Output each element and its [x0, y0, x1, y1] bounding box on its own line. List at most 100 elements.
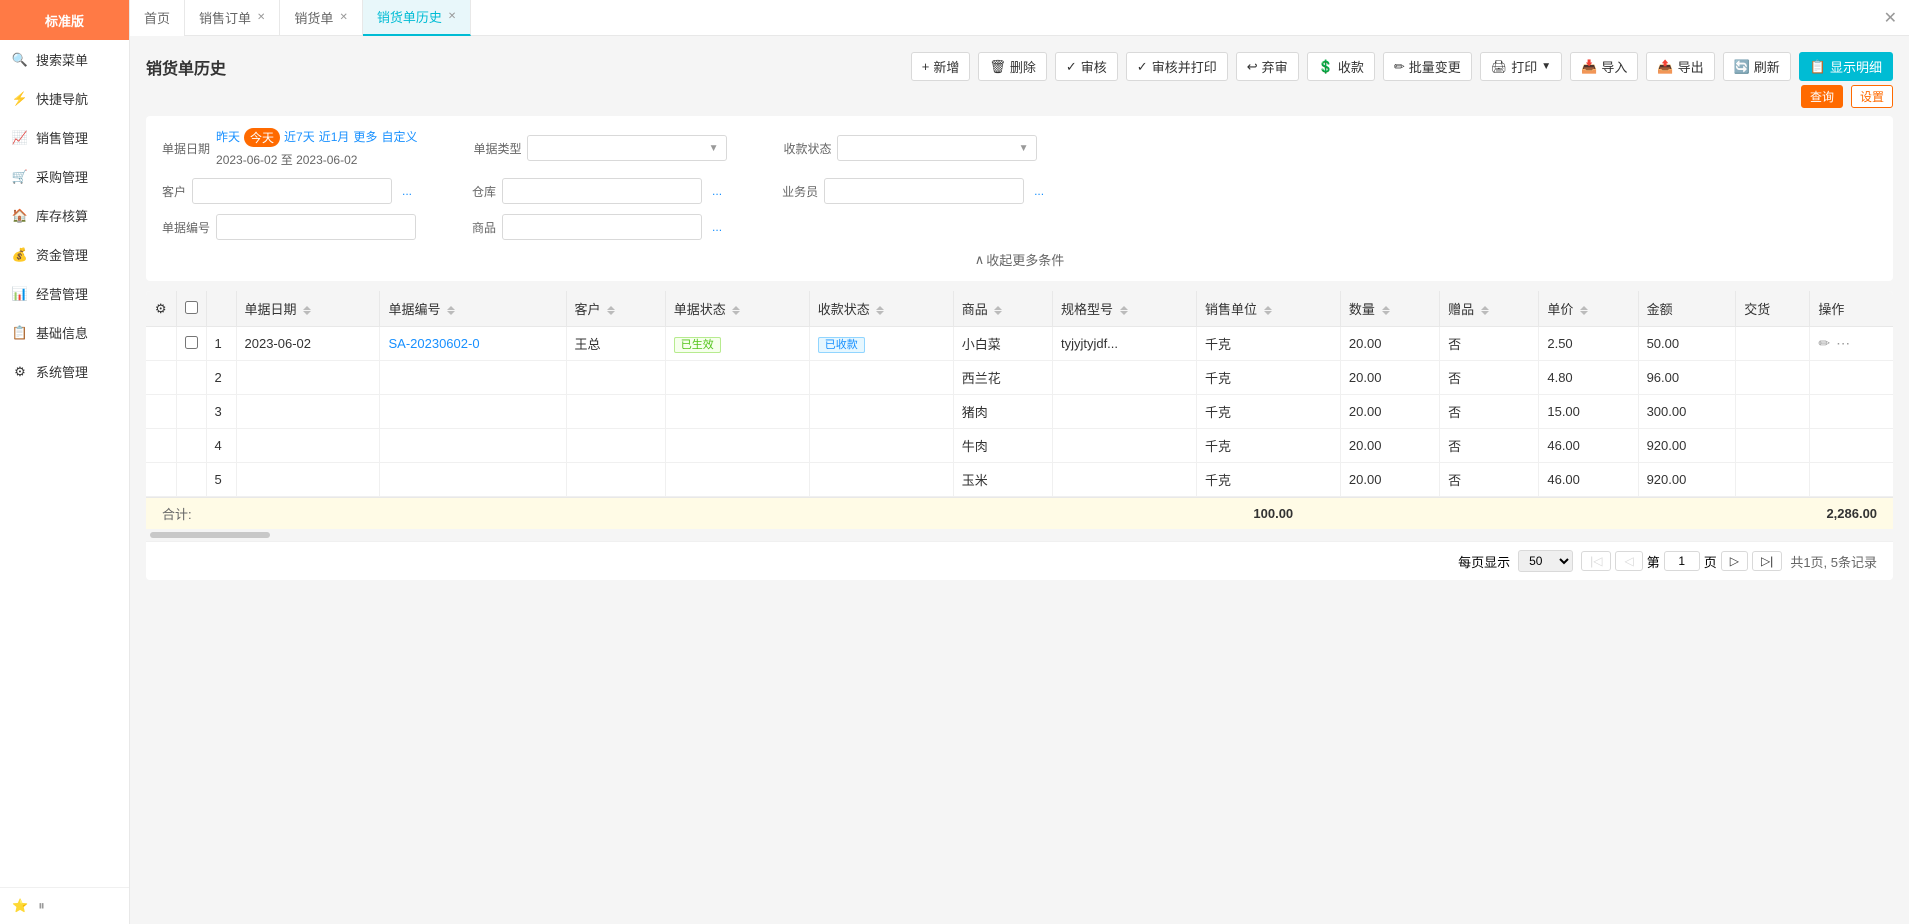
- salesperson-ellipsis[interactable]: ...: [1030, 184, 1048, 198]
- print-button[interactable]: 🖨 打印 ▼: [1480, 52, 1562, 81]
- order-no-link[interactable]: SA-20230602-0: [388, 336, 479, 351]
- page-size-select[interactable]: 50 100 200: [1518, 550, 1573, 572]
- warehouse-ellipsis[interactable]: ...: [708, 184, 726, 198]
- shortcut-7days[interactable]: 近7天: [284, 128, 315, 147]
- cell-checkbox: [176, 463, 206, 497]
- goods-ellipsis[interactable]: ...: [708, 220, 726, 234]
- export-icon: 📤: [1657, 59, 1673, 75]
- sidebar-item-basic[interactable]: 📋 基础信息: [0, 313, 129, 352]
- shortcut-more[interactable]: 更多: [353, 128, 377, 147]
- salesperson-input[interactable]: [824, 178, 1024, 204]
- show-detail-button[interactable]: 📋 显示明细: [1799, 52, 1893, 81]
- print-icon: 🖨: [1491, 59, 1508, 75]
- type-select[interactable]: ▼: [527, 135, 727, 161]
- sidebar-item-system[interactable]: ⚙ 系统管理: [0, 352, 129, 391]
- tab-home[interactable]: 首页: [130, 0, 185, 36]
- close-all-tabs[interactable]: ✕: [1872, 8, 1909, 28]
- refresh-button[interactable]: 🔄 刷新: [1723, 52, 1791, 81]
- orderno-label: 单据编号: [162, 219, 210, 236]
- col-goods[interactable]: 商品: [953, 291, 1052, 327]
- filter-goods: 商品 ...: [472, 214, 726, 240]
- sidebar-item-inventory[interactable]: 🏠 库存核算: [0, 196, 129, 235]
- salesperson-label: 业务员: [782, 183, 818, 200]
- edit-icon[interactable]: ✏: [1818, 335, 1830, 352]
- prev-page-button[interactable]: ◁: [1615, 551, 1642, 571]
- close-tab-sales-delivery[interactable]: ✕: [339, 12, 347, 23]
- customer-input[interactable]: [192, 178, 392, 204]
- warehouse-input[interactable]: [502, 178, 702, 204]
- discard-button[interactable]: ↩ 弃审: [1236, 52, 1299, 81]
- cell-pay-status: [809, 463, 953, 497]
- sidebar-brand: 标准版: [0, 0, 129, 40]
- shortcut-today[interactable]: 今天: [244, 128, 280, 147]
- row-checkbox[interactable]: [185, 336, 198, 349]
- import-button[interactable]: 📥 导入: [1570, 52, 1638, 81]
- tab-sales-order[interactable]: 销售订单 ✕: [185, 0, 280, 36]
- chevron-down-icon: ▼: [709, 143, 719, 154]
- sidebar-item-quicknav[interactable]: ⚡ 快捷导航: [0, 79, 129, 118]
- orderno-input[interactable]: [216, 214, 416, 240]
- page-label-before: 第: [1647, 552, 1660, 571]
- last-page-button[interactable]: ▷|: [1752, 551, 1782, 571]
- goods-input[interactable]: [502, 214, 702, 240]
- page-input[interactable]: [1664, 551, 1700, 571]
- close-tab-sales-order[interactable]: ✕: [257, 12, 265, 23]
- col-unit[interactable]: 销售单位: [1196, 291, 1340, 327]
- status-select[interactable]: ▼: [837, 135, 1037, 161]
- shortcut-1month[interactable]: 近1月: [319, 128, 350, 147]
- finance-icon: 💰: [12, 247, 28, 263]
- col-customer[interactable]: 客户: [566, 291, 665, 327]
- collapse-button[interactable]: ∧ 收起更多条件: [975, 250, 1065, 269]
- tab-sales-delivery-label: 销货单: [294, 8, 333, 27]
- cell-seq: 1: [206, 327, 236, 361]
- tab-sales-delivery[interactable]: 销货单 ✕: [280, 0, 362, 36]
- table-row: 1 2023-06-02 SA-20230602-0 王总 已生效 已收款 小白…: [146, 327, 1893, 361]
- delete-icon: 🗑: [989, 59, 1006, 75]
- cell-amount: 96.00: [1638, 361, 1736, 395]
- settings-button[interactable]: 设置: [1851, 85, 1893, 108]
- col-qty[interactable]: 数量: [1340, 291, 1439, 327]
- sidebar-item-finance[interactable]: 💰 资金管理: [0, 235, 129, 274]
- export-button[interactable]: 📤 导出: [1646, 52, 1714, 81]
- close-tab-sales-history[interactable]: ✕: [448, 11, 456, 22]
- scroll-bar[interactable]: [146, 529, 1893, 541]
- shortcut-yesterday[interactable]: 昨天: [216, 128, 240, 147]
- review-button[interactable]: ✓ 审核: [1055, 52, 1118, 81]
- first-page-button[interactable]: |◁: [1581, 551, 1611, 571]
- cell-trade: [1736, 429, 1810, 463]
- query-button[interactable]: 查询: [1801, 85, 1843, 108]
- col-order-status[interactable]: 单据状态: [665, 291, 809, 327]
- select-all-checkbox[interactable]: [185, 301, 198, 314]
- print-review-button[interactable]: ✓ 审核并打印: [1126, 52, 1228, 81]
- sidebar-item-purchase[interactable]: 🛒 采购管理: [0, 157, 129, 196]
- next-page-button[interactable]: ▷: [1721, 551, 1748, 571]
- new-button[interactable]: + 新增: [911, 52, 971, 81]
- more-icon[interactable]: ⋯: [1836, 335, 1850, 352]
- batch-change-button[interactable]: ✏ 批量变更: [1383, 52, 1472, 81]
- cell-gift: 否: [1440, 361, 1539, 395]
- pause-icon[interactable]: ⏸: [38, 898, 45, 914]
- delete-button[interactable]: 🗑 删除: [978, 52, 1047, 81]
- col-spec[interactable]: 规格型号: [1052, 291, 1196, 327]
- sidebar-item-sales[interactable]: 📈 销售管理: [0, 118, 129, 157]
- col-date[interactable]: 单据日期: [236, 291, 380, 327]
- col-settings[interactable]: ⚙: [146, 291, 176, 327]
- tab-home-label: 首页: [144, 8, 170, 27]
- sort-gift-icon: [1481, 306, 1489, 315]
- sidebar-item-search[interactable]: 🔍 搜索菜单: [0, 40, 129, 79]
- collect-button[interactable]: 💲 收款: [1307, 52, 1375, 81]
- cell-date: [236, 429, 380, 463]
- sidebar-item-operations[interactable]: 📊 经营管理: [0, 274, 129, 313]
- col-orderno[interactable]: 单据编号: [380, 291, 566, 327]
- cell-seq: 2: [206, 361, 236, 395]
- col-gift[interactable]: 赠品: [1440, 291, 1539, 327]
- shortcut-custom[interactable]: 自定义: [381, 128, 417, 147]
- table-row: 2 西兰花 千克 20.00 否 4.80 96.00: [146, 361, 1893, 395]
- col-pay-status[interactable]: 收款状态: [809, 291, 953, 327]
- customer-ellipsis[interactable]: ...: [398, 184, 416, 198]
- tab-sales-history[interactable]: 销货单历史 ✕: [363, 0, 471, 36]
- cell-qty: 20.00: [1340, 463, 1439, 497]
- star-icon[interactable]: ⭐: [12, 898, 28, 914]
- col-price[interactable]: 单价: [1539, 291, 1638, 327]
- scroll-thumb[interactable]: [150, 532, 270, 538]
